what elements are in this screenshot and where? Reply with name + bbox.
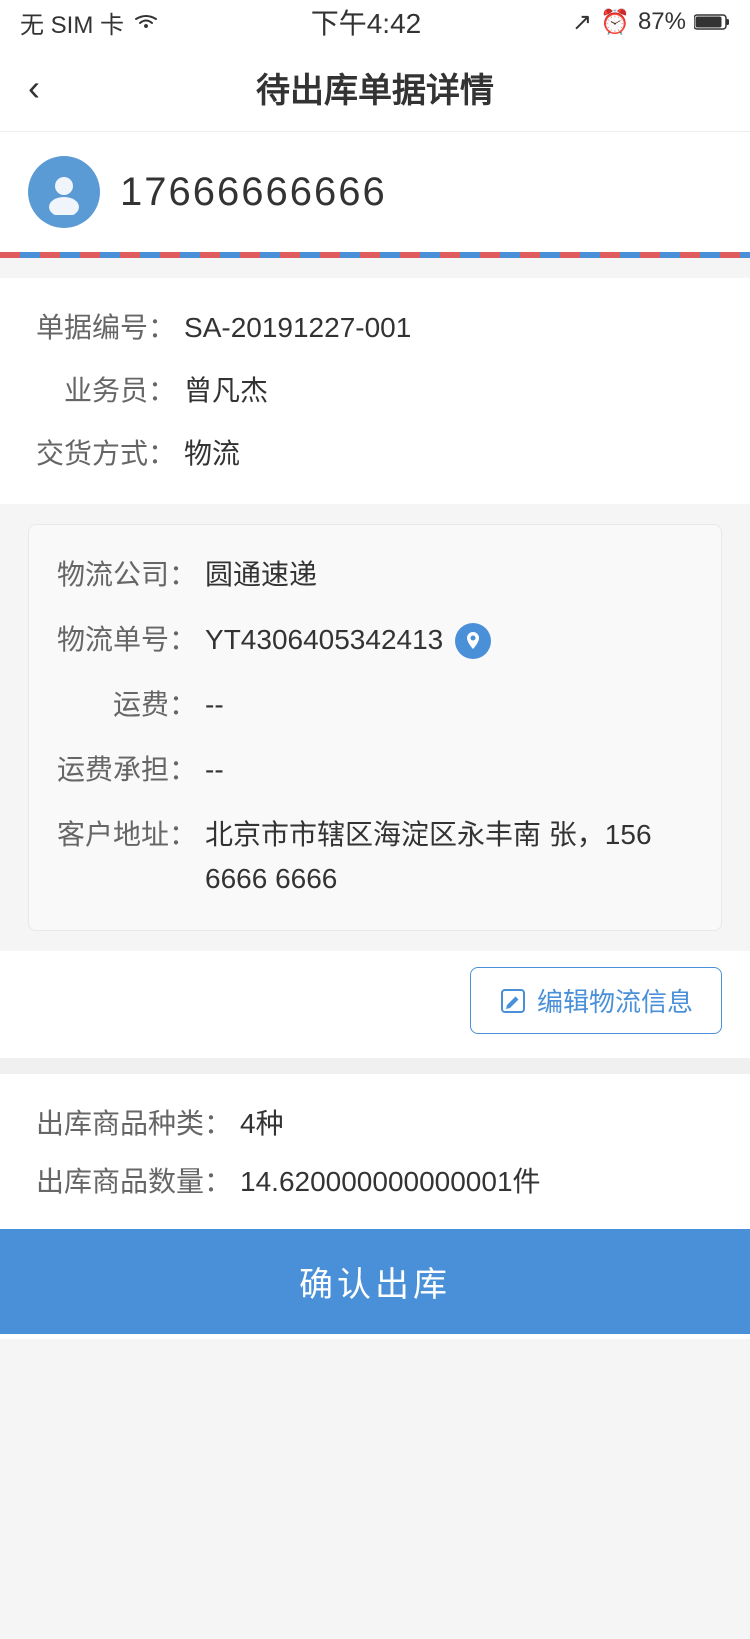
sales-person-label: 业务员：: [36, 369, 176, 414]
wifi-icon: [132, 12, 160, 32]
bottom-spacer: [0, 1339, 750, 1539]
status-right: ↗ ⏰ 87%: [572, 8, 730, 37]
tracking-no-row: 物流单号： YT4306405342413: [57, 618, 693, 663]
location-arrow-icon: ↗: [572, 8, 592, 37]
section-divider: [0, 1058, 750, 1074]
status-bar: 无 SIM 卡 下午4:42 ↗ ⏰ 87%: [0, 0, 750, 44]
goods-quantity-value: 14.620000000000001件: [232, 1160, 541, 1200]
avatar: [28, 156, 100, 228]
freight-label: 运费：: [57, 683, 197, 728]
goods-quantity-row: 出库商品数量： 14.620000000000001件: [36, 1160, 714, 1200]
freight-row: 运费： --: [57, 683, 693, 728]
document-no-label: 单据编号：: [36, 306, 176, 351]
logistics-company-label: 物流公司：: [57, 553, 197, 598]
page-title: 待出库单据详情: [256, 63, 494, 112]
freight-bearer-value: --: [197, 748, 693, 793]
carrier-label: 无 SIM 卡: [20, 5, 124, 40]
goods-types-value: 4种: [232, 1102, 284, 1142]
track-location-icon[interactable]: [455, 623, 491, 659]
goods-types-row: 出库商品种类： 4种: [36, 1102, 714, 1142]
alarm-icon: ⏰: [600, 8, 630, 37]
customer-header: 17666666666: [0, 132, 750, 252]
dashed-separator: [0, 252, 750, 258]
document-no-value: SA-20191227-001: [176, 306, 714, 351]
back-button[interactable]: ‹: [28, 67, 40, 109]
address-label: 客户地址：: [57, 813, 197, 858]
delivery-method-label: 交货方式：: [36, 432, 176, 477]
battery-icon: [694, 13, 730, 31]
map-pin-icon: [462, 630, 484, 652]
address-row: 客户地址： 北京市市辖区海淀区永丰南 张，156 6666 6666: [57, 813, 693, 903]
nav-bar: ‹ 待出库单据详情: [0, 44, 750, 132]
freight-bearer-label: 运费承担：: [57, 748, 197, 793]
edit-logistics-button[interactable]: 编辑物流信息: [470, 967, 722, 1034]
delivery-method-value: 物流: [176, 432, 714, 477]
status-time: 下午4:42: [311, 2, 422, 42]
sales-person-value: 曾凡杰: [176, 369, 714, 414]
edit-btn-container: 编辑物流信息: [0, 951, 750, 1058]
main-content: 17666666666 单据编号： SA-20191227-001 业务员： 曾…: [0, 132, 750, 1639]
status-left: 无 SIM 卡: [20, 5, 160, 40]
battery-label: 87%: [638, 8, 686, 36]
goods-summary: 出库商品种类： 4种 出库商品数量： 14.620000000000001件: [0, 1074, 750, 1228]
logistics-company-value: 圆通速递: [197, 553, 693, 598]
goods-types-label: 出库商品种类：: [36, 1102, 232, 1142]
document-no-row: 单据编号： SA-20191227-001: [36, 306, 714, 351]
tracking-no-label: 物流单号：: [57, 618, 197, 663]
confirm-outbound-button[interactable]: 确认出库: [299, 1257, 451, 1306]
logistics-card: 物流公司： 圆通速递 物流单号： YT4306405342413 运费： -- …: [28, 524, 722, 931]
logistics-company-row: 物流公司： 圆通速递: [57, 553, 693, 598]
freight-bearer-row: 运费承担： --: [57, 748, 693, 793]
sales-person-row: 业务员： 曾凡杰: [36, 369, 714, 414]
goods-quantity-label: 出库商品数量：: [36, 1160, 232, 1200]
customer-phone: 17666666666: [120, 170, 387, 215]
freight-value: --: [197, 683, 693, 728]
user-avatar-icon: [41, 169, 87, 215]
address-value: 北京市市辖区海淀区永丰南 张，156 6666 6666: [197, 813, 693, 903]
order-info-card: 单据编号： SA-20191227-001 业务员： 曾凡杰 交货方式： 物流: [0, 278, 750, 504]
delivery-method-row: 交货方式： 物流: [36, 432, 714, 477]
confirm-btn-container: 确认出库: [0, 1229, 750, 1334]
edit-icon: [499, 987, 527, 1015]
tracking-no-value: YT4306405342413: [197, 618, 693, 663]
